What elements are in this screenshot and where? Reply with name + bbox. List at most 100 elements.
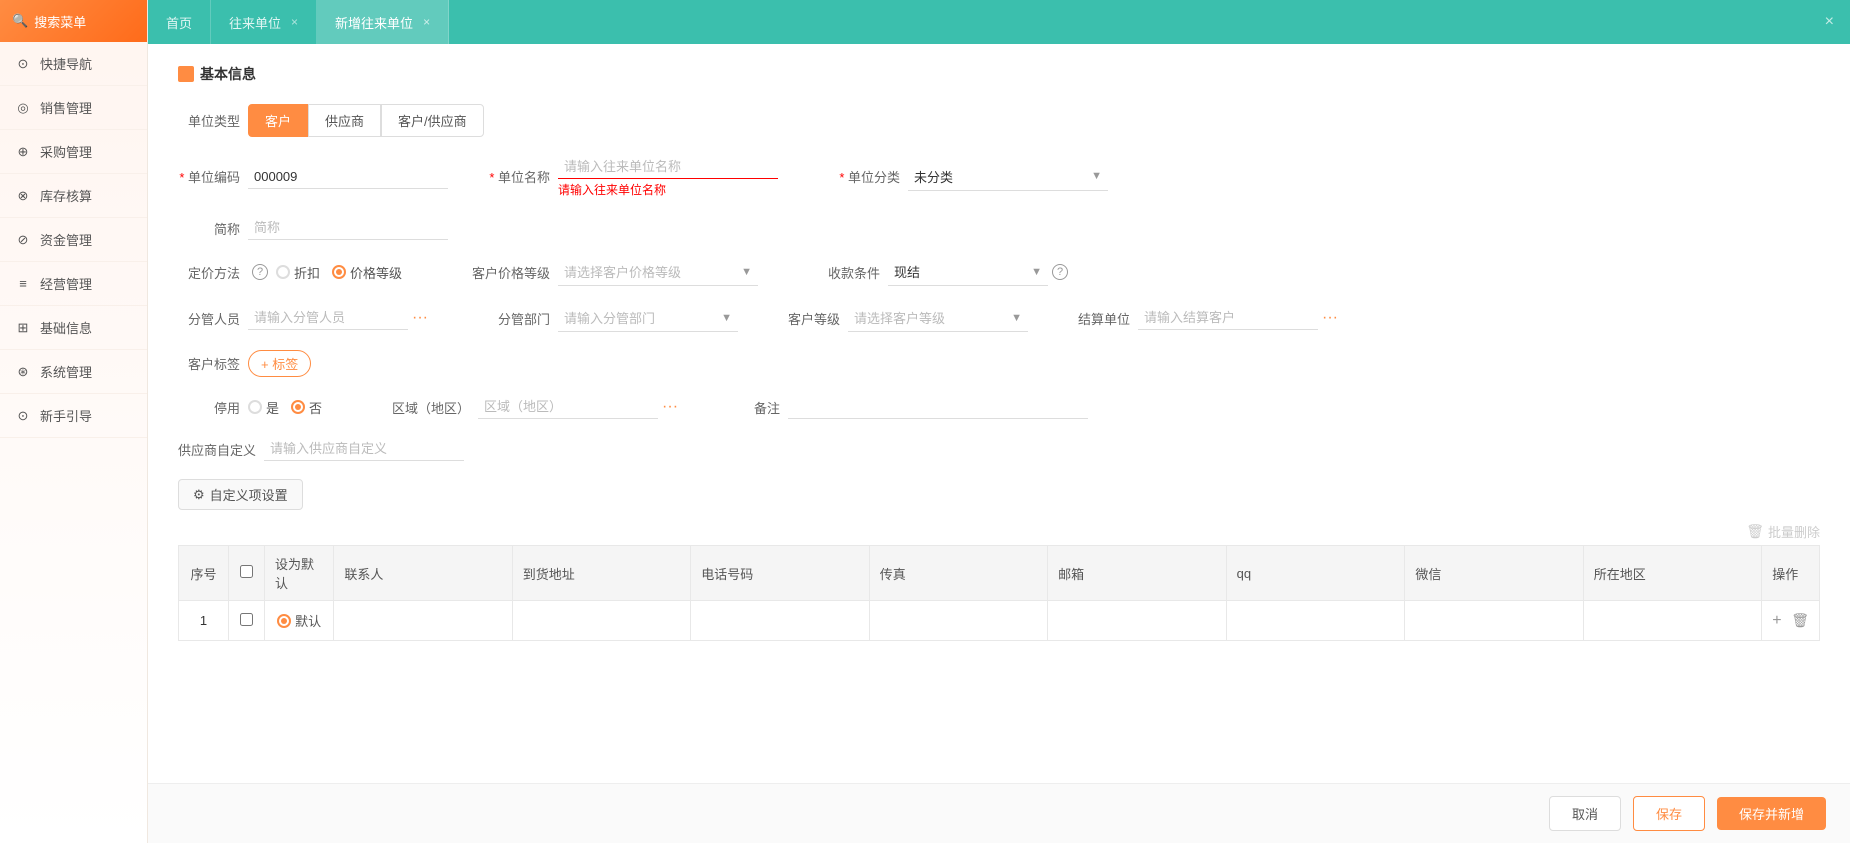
unit-category-group: 单位分类 未分类 ▼ [838,163,1108,191]
short-name-input[interactable] [248,216,448,240]
sidebar-item-basic[interactable]: ⊞ 基础信息 [0,306,147,350]
sidebar-item-sales[interactable]: ◎ 销售管理 [0,86,147,130]
settlement-more[interactable]: ··· [1322,309,1338,327]
custom-settings-wrapper: ⚙ 自定义项设置 [178,479,1820,510]
delete-row-button[interactable]: 🗑 [1791,612,1809,628]
manager-label: 分管人员 [178,309,248,328]
td-fax [869,601,1047,641]
disable-yes-option[interactable]: 是 [248,398,279,417]
btn-both[interactable]: 客户/供应商 [381,104,484,137]
unit-category-select[interactable]: 未分类 ▼ [908,163,1108,191]
tab-new-partner-close[interactable]: × [423,15,430,29]
unit-name-group: 单位名称 请输入往来单位名称 [488,155,778,198]
sidebar-item-inventory[interactable]: ⊗ 库存核算 [0,174,147,218]
td-contact [334,601,512,641]
tab-home[interactable]: 首页 [148,0,211,44]
disable-group: 停用 是 否 [178,398,322,417]
tab-new-partner[interactable]: 新增往来单位 × [317,0,449,44]
row-checkbox[interactable] [240,613,253,626]
select-all-checkbox[interactable] [240,565,253,578]
unit-name-input[interactable] [558,155,778,179]
add-tag-button[interactable]: + 标签 [248,350,311,377]
pricing-level-option[interactable]: 价格等级 [332,263,402,282]
batch-delete-label[interactable]: 批量删除 [1768,522,1820,541]
contact-input[interactable] [344,609,501,632]
system-icon: ⊛ [14,363,32,381]
region-more[interactable]: ··· [662,398,678,416]
add-row-button[interactable]: + [1772,612,1781,629]
unit-code-input[interactable] [248,165,448,189]
tab-partners[interactable]: 往来单位 × [211,0,317,44]
address-input[interactable] [523,609,680,632]
disable-no-label: 否 [309,398,322,417]
remark-label: 备注 [718,398,788,417]
cancel-button[interactable]: 取消 [1549,796,1621,831]
disable-label: 停用 [178,398,248,417]
qq-input[interactable] [1237,609,1395,632]
save-button[interactable]: 保存 [1633,796,1705,831]
customer-price-arrow: ▼ [741,266,752,278]
unit-type-buttons: 客户 供应商 客户/供应商 [248,104,484,137]
customer-price-placeholder: 请选择客户价格等级 [564,262,681,281]
custom-settings-button[interactable]: ⚙ 自定义项设置 [178,479,303,510]
customer-level-select[interactable]: 请选择客户等级 ▼ [848,304,1028,332]
sidebar-item-purchase[interactable]: ⊕ 采购管理 [0,130,147,174]
sidebar-item-quick-nav[interactable]: ⊙ 快捷导航 [0,42,147,86]
payment-help-icon[interactable]: ? [1052,264,1068,280]
pricing-radio-group: 折扣 价格等级 [276,263,402,282]
default-radio-item[interactable]: 默认 [275,611,323,630]
manager-row: 分管人员 ··· 分管部门 请输入分管部门 ▼ 客户等级 请选择客户等级 ▼ 结… [178,304,1820,332]
td-address [512,601,690,641]
sidebar-item-guide[interactable]: ⊙ 新手引导 [0,394,147,438]
tab-bar-close-all[interactable]: × [1825,13,1834,31]
disable-yes-radio [248,400,262,414]
sidebar-item-label: 基础信息 [40,318,92,337]
supplier-custom-input[interactable] [264,437,464,461]
manager-input[interactable] [248,306,408,330]
tab-new-partner-label: 新增往来单位 [335,13,413,32]
department-select[interactable]: 请输入分管部门 ▼ [558,304,738,332]
footer: 取消 保存 保存并新增 [148,783,1850,843]
remark-input[interactable] [788,395,1088,419]
payment-condition-group: 收款条件 现结 ▼ ? [818,258,1068,286]
th-phone: 电话号码 [691,546,869,601]
sidebar-item-label: 销售管理 [40,98,92,117]
sidebar-item-system[interactable]: ⊛ 系统管理 [0,350,147,394]
customer-price-group: 客户价格等级 请选择客户价格等级 ▼ [472,258,758,286]
region-input[interactable] [478,395,658,419]
tab-partners-close[interactable]: × [291,15,298,29]
guide-icon: ⊙ [14,407,32,425]
batch-delete-bar: 🗑 批量删除 [178,522,1820,541]
short-name-label: 简称 [178,219,248,238]
search-menu[interactable]: 🔍 搜索菜单 [0,0,147,42]
th-qq: qq [1226,546,1405,601]
finance-icon: ⊘ [14,231,32,249]
btn-supplier[interactable]: 供应商 [308,104,381,137]
td-wechat [1405,601,1583,641]
basic-icon: ⊞ [14,319,32,337]
customer-price-select[interactable]: 请选择客户价格等级 ▼ [558,258,758,286]
td-qq [1226,601,1405,641]
settlement-input[interactable] [1138,306,1318,330]
disable-no-option[interactable]: 否 [291,398,322,417]
pricing-help-icon[interactable]: ? [252,264,268,280]
td-phone [691,601,869,641]
td-seq: 1 [179,601,229,641]
th-wechat: 微信 [1405,546,1583,601]
row-region-input[interactable] [1594,609,1751,632]
sidebar-item-operations[interactable]: ≡ 经营管理 [0,262,147,306]
fax-input[interactable] [880,609,1037,632]
sidebar-item-finance[interactable]: ⊘ 资金管理 [0,218,147,262]
btn-customer[interactable]: 客户 [248,104,308,137]
main-area: 首页 往来单位 × 新增往来单位 × × 基本信息 单位类型 客户 供应商 [148,0,1850,843]
manager-more[interactable]: ··· [412,309,428,327]
wechat-input[interactable] [1415,609,1572,632]
payment-condition-arrow: ▼ [1031,266,1042,278]
save-new-button[interactable]: 保存并新增 [1717,797,1826,830]
section-icon [178,66,194,82]
payment-condition-select[interactable]: 现结 ▼ [888,258,1048,286]
th-contact: 联系人 [334,546,512,601]
pricing-discount-option[interactable]: 折扣 [276,263,320,282]
phone-input[interactable] [701,609,858,632]
email-input[interactable] [1058,609,1215,632]
